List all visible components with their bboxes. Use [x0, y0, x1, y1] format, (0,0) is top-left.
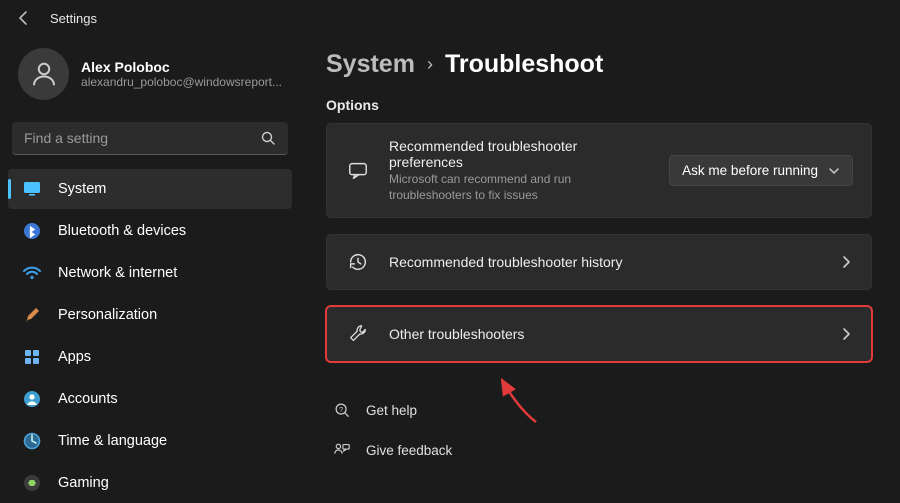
search-icon [260, 130, 276, 146]
link-label: Get help [366, 403, 417, 418]
get-help-link[interactable]: ? Get help [326, 390, 872, 430]
sidebar-item-system[interactable]: System [8, 169, 292, 209]
clock-globe-icon [22, 431, 42, 451]
card-subtitle: Microsoft can recommend and run troubles… [389, 172, 649, 203]
bluetooth-icon [22, 221, 42, 241]
dropdown-value: Ask me before running [682, 163, 818, 178]
wrench-icon [345, 321, 371, 347]
breadcrumb-current: Troubleshoot [445, 50, 603, 79]
sidebar-item-label: Bluetooth & devices [58, 223, 186, 239]
main-content: System › Troubleshoot Options Recommende… [300, 36, 900, 500]
card-title: Recommended troubleshooter preferences [389, 138, 651, 170]
back-icon[interactable] [14, 8, 34, 28]
wifi-icon [22, 263, 42, 283]
feedback-icon [332, 440, 352, 460]
help-icon: ? [332, 400, 352, 420]
chevron-right-icon [839, 255, 853, 269]
sidebar-item-bluetooth[interactable]: Bluetooth & devices [8, 211, 292, 251]
sidebar-item-label: Gaming [58, 475, 109, 491]
sidebar-item-label: Personalization [58, 307, 157, 323]
sidebar-item-accounts[interactable]: Accounts [8, 379, 292, 419]
breadcrumb-parent[interactable]: System [326, 50, 415, 79]
sidebar-item-gaming[interactable]: Gaming [8, 463, 292, 503]
search-input[interactable] [24, 130, 260, 146]
link-label: Give feedback [366, 443, 452, 458]
accounts-icon [22, 389, 42, 409]
profile-email: alexandru_poloboc@windowsreport... [81, 75, 282, 89]
give-feedback-link[interactable]: Give feedback [326, 430, 872, 470]
sidebar-item-label: System [58, 181, 106, 197]
history-icon [345, 249, 371, 275]
sidebar-item-time-language[interactable]: Time & language [8, 421, 292, 461]
sidebar-item-label: Apps [58, 349, 91, 365]
avatar [18, 48, 69, 100]
breadcrumb: System › Troubleshoot [326, 50, 872, 79]
chevron-right-icon [839, 327, 853, 341]
sidebar-item-label: Accounts [58, 391, 118, 407]
profile-name: Alex Poloboc [81, 59, 282, 75]
paintbrush-icon [22, 305, 42, 325]
monitor-icon [22, 179, 42, 199]
gaming-icon [22, 473, 42, 493]
card-title: Other troubleshooters [389, 326, 821, 342]
sidebar: Alex Poloboc alexandru_poloboc@windowsre… [0, 36, 300, 500]
sidebar-item-apps[interactable]: Apps [8, 337, 292, 377]
search-box[interactable] [12, 122, 288, 155]
chevron-down-icon [828, 165, 840, 177]
nav: System Bluetooth & devices Network & int… [8, 169, 292, 503]
chevron-right-icon: › [427, 54, 433, 75]
card-title: Recommended troubleshooter history [389, 254, 821, 270]
card-recommended-preferences[interactable]: Recommended troubleshooter preferences M… [326, 123, 872, 218]
apps-icon [22, 347, 42, 367]
sidebar-item-personalization[interactable]: Personalization [8, 295, 292, 335]
card-other-troubleshooters[interactable]: Other troubleshooters [326, 306, 872, 362]
profile-block[interactable]: Alex Poloboc alexandru_poloboc@windowsre… [8, 42, 292, 112]
speech-bubble-icon [345, 158, 371, 184]
sidebar-item-network[interactable]: Network & internet [8, 253, 292, 293]
sidebar-item-label: Network & internet [58, 265, 177, 281]
troubleshooter-preference-dropdown[interactable]: Ask me before running [669, 155, 853, 186]
section-label-options: Options [326, 97, 872, 113]
app-title: Settings [50, 11, 97, 26]
card-troubleshooter-history[interactable]: Recommended troubleshooter history [326, 234, 872, 290]
svg-text:?: ? [339, 405, 343, 414]
sidebar-item-label: Time & language [58, 433, 167, 449]
